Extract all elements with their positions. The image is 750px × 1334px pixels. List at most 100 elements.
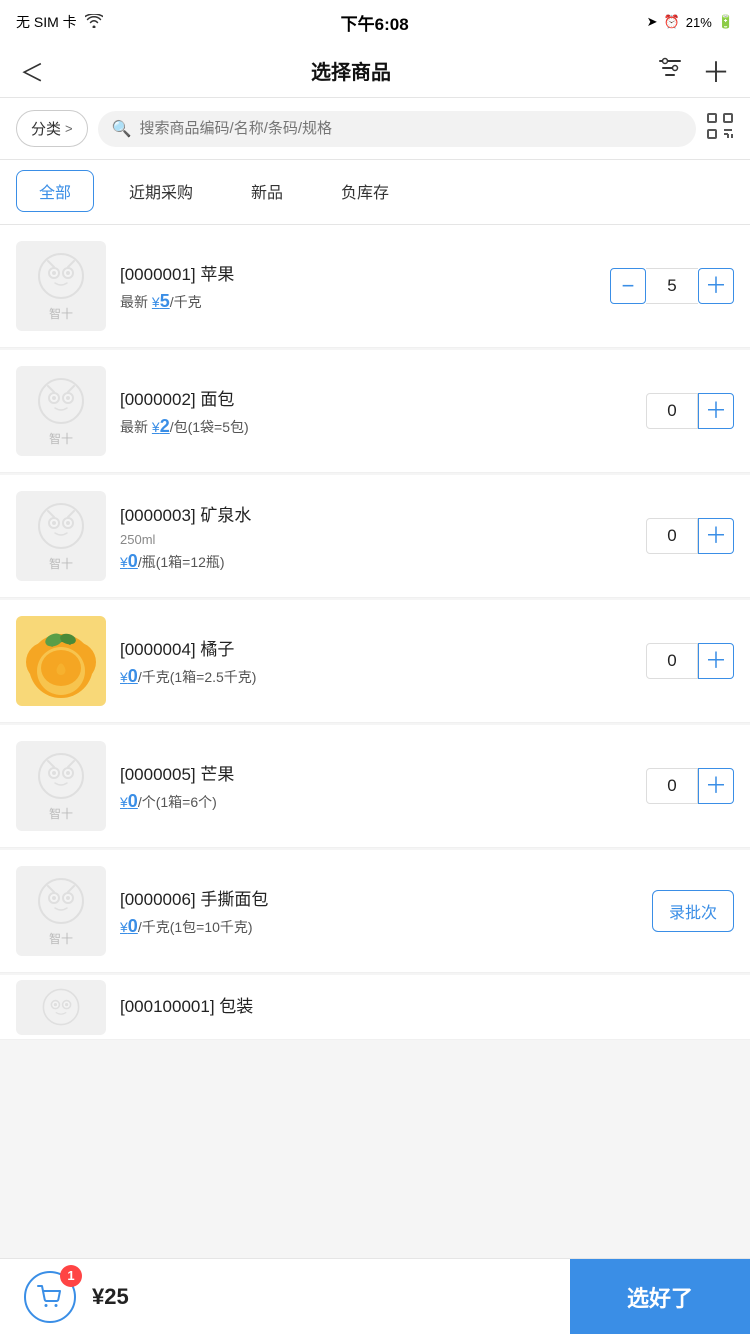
brand-text: 智十 (49, 305, 73, 322)
tab-negative[interactable]: 负库存 (318, 170, 412, 212)
product-name: [0000003] 矿泉水 (120, 501, 632, 526)
increase-button[interactable]: ＋ (698, 393, 734, 429)
product-image: 智十 (16, 241, 106, 331)
increase-button[interactable]: ＋ (698, 768, 734, 804)
add-button[interactable]: ＋ (702, 51, 730, 91)
product-image: 智十 (16, 366, 106, 456)
search-icon: 🔍 (112, 119, 132, 139)
product-price: ¥0/瓶(1箱=12瓶) (120, 551, 632, 572)
quantity-input[interactable] (646, 518, 698, 554)
product-info: [0000002] 面包 最新 ¥2/包(1袋=5包) (120, 385, 632, 437)
product-info: [0000003] 矿泉水 250ml ¥0/瓶(1箱=12瓶) (120, 501, 632, 572)
product-price: 最新 ¥5/千克 (120, 291, 596, 312)
product-name: [000100001] 包装 (120, 992, 734, 1017)
tab-bar: 全部 近期采购 新品 负库存 (0, 160, 750, 225)
quantity-control: ＋ (646, 518, 734, 554)
back-button[interactable]: ＜ (20, 53, 44, 88)
product-info: [0000001] 苹果 最新 ¥5/千克 (120, 260, 596, 312)
product-name: [0000006] 手撕面包 (120, 885, 638, 910)
product-price: ¥0/个(1箱=6个) (120, 791, 632, 812)
quantity-input[interactable] (646, 768, 698, 804)
owl-placeholder: 智十 (36, 251, 86, 322)
category-chevron-icon: > (65, 121, 73, 136)
product-name: [0000001] 苹果 (120, 260, 596, 285)
search-row: 分类 > 🔍 (0, 98, 750, 160)
increase-button[interactable]: ＋ (698, 643, 734, 679)
product-info: [0000004] 橘子 ¥0/千克(1箱=2.5千克) (120, 635, 632, 687)
quantity-input[interactable] (646, 643, 698, 679)
brand-text: 智十 (49, 555, 73, 572)
product-image (16, 980, 106, 1035)
alarm-icon: ⏰ (664, 14, 680, 30)
cart-total: ¥25 (92, 1284, 129, 1310)
category-button[interactable]: 分类 > (16, 110, 88, 147)
list-item: 智十 [0000002] 面包 最新 ¥2/包(1袋=5包) ＋ (0, 350, 750, 473)
owl-placeholder: 智十 (36, 751, 86, 822)
owl-placeholder (41, 987, 81, 1027)
scan-icon[interactable] (706, 112, 734, 146)
location-icon: ➤ (647, 14, 658, 30)
list-item: [000100001] 包装 (0, 975, 750, 1040)
quantity-input[interactable] (646, 393, 698, 429)
product-name: [0000004] 橘子 (120, 635, 632, 660)
product-image: 智十 (16, 741, 106, 831)
product-image (16, 616, 106, 706)
cart-badge: 1 (60, 1265, 82, 1287)
category-label: 分类 (31, 118, 61, 139)
cart-icon[interactable]: 1 (24, 1271, 76, 1323)
search-input-wrap: 🔍 (98, 111, 696, 147)
quantity-input[interactable] (646, 268, 698, 304)
quantity-control: ＋ (646, 393, 734, 429)
product-spec: 250ml (120, 532, 632, 547)
quantity-control: ＋ (646, 643, 734, 679)
product-name: [0000005] 芒果 (120, 760, 632, 785)
quantity-control: ＋ (646, 768, 734, 804)
status-time: 下午6:08 (341, 10, 409, 35)
product-price: ¥0/千克(1箱=2.5千克) (120, 666, 632, 687)
brand-text: 智十 (49, 430, 73, 447)
owl-placeholder: 智十 (36, 376, 86, 447)
quantity-control: − ＋ (610, 268, 734, 304)
carrier-label: 无 SIM 卡 (16, 12, 77, 32)
product-info: [0000006] 手撕面包 ¥0/千克(1包=10千克) (120, 885, 638, 937)
tab-all[interactable]: 全部 (16, 170, 94, 212)
page-title: 选择商品 (311, 56, 391, 85)
search-input[interactable] (140, 120, 682, 137)
product-image: 智十 (16, 491, 106, 581)
list-item: 智十 [0000006] 手撕面包 ¥0/千克(1包=10千克) 录批次 (0, 850, 750, 973)
increase-button[interactable]: ＋ (698, 518, 734, 554)
product-price: ¥0/千克(1包=10千克) (120, 916, 638, 937)
product-info: [000100001] 包装 (120, 992, 734, 1023)
brand-text: 智十 (49, 805, 73, 822)
owl-placeholder: 智十 (36, 876, 86, 947)
product-price: 最新 ¥2/包(1袋=5包) (120, 416, 632, 437)
battery-label: 21% (686, 15, 712, 30)
brand-text: 智十 (49, 930, 73, 947)
status-bar: 无 SIM 卡 下午6:08 ➤ ⏰ 21% 🔋 (0, 0, 750, 44)
batch-button[interactable]: 录批次 (652, 890, 734, 932)
nav-left: ＜ (20, 53, 44, 88)
status-right: ➤ ⏰ 21% 🔋 (647, 14, 734, 30)
list-item: [0000004] 橘子 ¥0/千克(1箱=2.5千克) ＋ (0, 600, 750, 723)
nav-bar: ＜ 选择商品 ＋ (0, 44, 750, 98)
owl-placeholder: 智十 (36, 501, 86, 572)
wifi-icon (85, 14, 103, 31)
tab-new[interactable]: 新品 (228, 170, 306, 212)
battery-icon: 🔋 (718, 14, 734, 30)
increase-button[interactable]: ＋ (698, 268, 734, 304)
list-item: 智十 [0000003] 矿泉水 250ml ¥0/瓶(1箱=12瓶) ＋ (0, 475, 750, 598)
list-item: 智十 [0000005] 芒果 ¥0/个(1箱=6个) ＋ (0, 725, 750, 848)
bottom-bar: 1 ¥25 选好了 (0, 1258, 750, 1334)
nav-right: ＋ (658, 51, 730, 91)
product-image: 智十 (16, 866, 106, 956)
list-item: 智十 [0000001] 苹果 最新 ¥5/千克 − ＋ (0, 225, 750, 348)
confirm-button[interactable]: 选好了 (570, 1259, 750, 1334)
product-info: [0000005] 芒果 ¥0/个(1箱=6个) (120, 760, 632, 812)
product-list: 智十 [0000001] 苹果 最新 ¥5/千克 − ＋ (0, 225, 750, 1040)
product-name: [0000002] 面包 (120, 385, 632, 410)
status-left: 无 SIM 卡 (16, 12, 103, 32)
decrease-button[interactable]: − (610, 268, 646, 304)
cart-section: 1 ¥25 (0, 1271, 570, 1323)
tab-recent[interactable]: 近期采购 (106, 170, 216, 212)
filter-icon[interactable] (658, 57, 682, 85)
